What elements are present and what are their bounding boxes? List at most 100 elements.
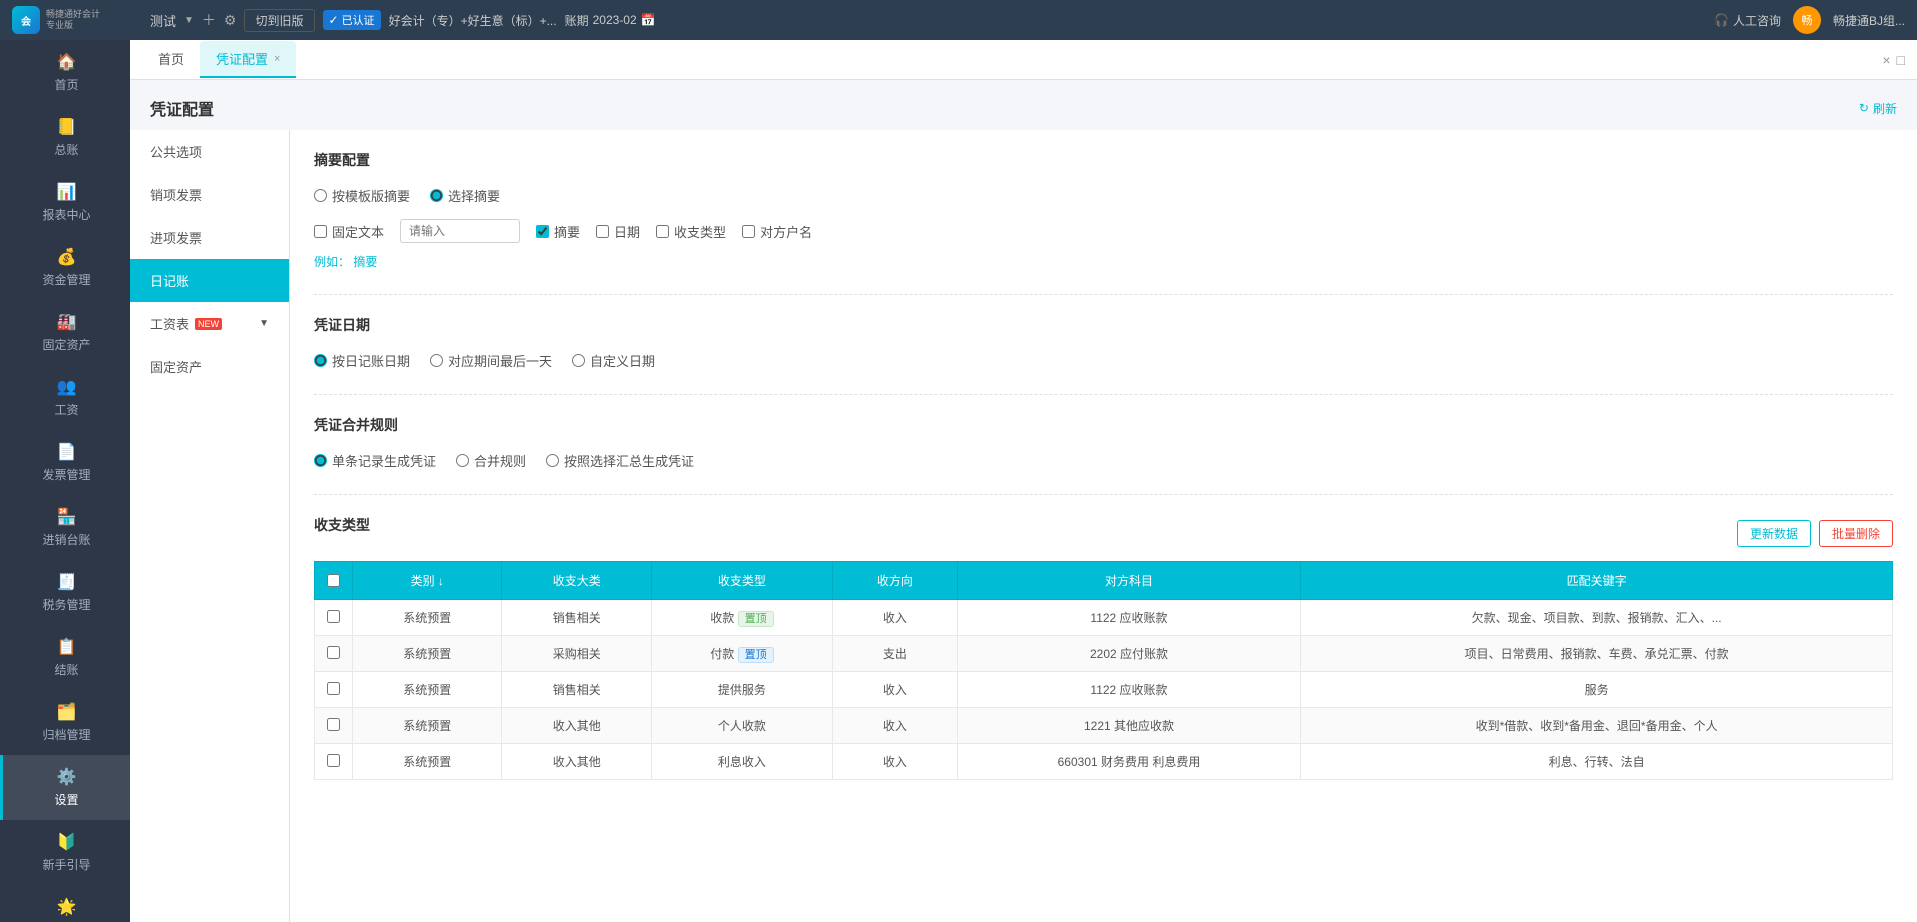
- member-icon: 🌟: [57, 897, 77, 917]
- summary-radio-group: 按模板版摘要 选择摘要: [314, 186, 1893, 205]
- row-checkbox[interactable]: [315, 600, 353, 636]
- row-major-type: 收入其他: [502, 708, 651, 744]
- top-bar-right: 🎧 人工咨询 畅 畅捷通BJ组...: [1714, 6, 1905, 34]
- row-category: 系统预置: [353, 744, 502, 780]
- table-row: 系统预置 销售相关 提供服务 收入 1122 应收账款 服务: [315, 672, 1893, 708]
- row-income-type: 个人收款: [651, 708, 832, 744]
- income-expense-title: 收支类型: [314, 515, 370, 535]
- sidebar-item-invoice-mgmt[interactable]: 📄 发票管理: [0, 430, 130, 495]
- right-content: 摘要配置 按模板版摘要 选择摘要: [290, 130, 1917, 922]
- th-account: 对方科目: [957, 562, 1300, 600]
- row-checkbox[interactable]: [315, 708, 353, 744]
- row-direction: 收入: [832, 672, 957, 708]
- refresh-button[interactable]: ↻ 刷新: [1859, 100, 1897, 117]
- checkbox-summary[interactable]: 摘要: [536, 222, 580, 241]
- batch-delete-button[interactable]: 批量删除: [1819, 520, 1893, 547]
- voucher-date-title: 凭证日期: [314, 315, 1893, 335]
- calendar-icon[interactable]: 📅: [641, 13, 656, 27]
- tab-close-button[interactable]: ×: [274, 53, 280, 65]
- settings-icon[interactable]: ⚙: [224, 12, 237, 29]
- guide-icon: 🔰: [57, 832, 77, 852]
- radio-journal-date[interactable]: 按日记账日期: [314, 351, 410, 370]
- sidebar-item-home[interactable]: 🏠 首页: [0, 40, 130, 105]
- th-major-type: 收支大类: [502, 562, 651, 600]
- row-checkbox[interactable]: [315, 744, 353, 780]
- row-keywords: 利息、行转、法自: [1301, 744, 1893, 780]
- radio-merge-rule[interactable]: 合并规则: [456, 451, 526, 470]
- sidebar-item-settings[interactable]: ⚙️ 设置: [0, 755, 130, 820]
- checkbox-income-type[interactable]: 收支类型: [656, 222, 726, 241]
- tab-close-window-button[interactable]: ×: [1882, 52, 1890, 68]
- checkbox-date[interactable]: 日期: [596, 222, 640, 241]
- sidebar-item-ledger[interactable]: 📒 总账: [0, 105, 130, 170]
- tab-voucher-config[interactable]: 凭证配置 ×: [200, 41, 296, 78]
- row-checkbox[interactable]: [315, 672, 353, 708]
- sidebar-item-salary[interactable]: 👥 工资: [0, 365, 130, 430]
- left-nav-public-options[interactable]: 公共选项: [130, 130, 289, 173]
- radio-template-summary[interactable]: 按模板版摘要: [314, 186, 410, 205]
- sidebar-item-archive[interactable]: 🗂️ 归档管理: [0, 690, 130, 755]
- top-tag: 置顶: [738, 611, 774, 627]
- summary-checkbox-row: 固定文本 摘要 日期: [314, 219, 1893, 243]
- table-row: 系统预置 采购相关 付款 置顶 支出 2202 应付账款 项目、日常费用、报销款…: [315, 636, 1893, 672]
- example-text: 例如： 摘要: [314, 253, 1893, 270]
- row-direction: 收入: [832, 708, 957, 744]
- radio-custom-date[interactable]: 自定义日期: [572, 351, 655, 370]
- row-checkbox[interactable]: [315, 636, 353, 672]
- sidebar-item-reports[interactable]: 📊 报表中心: [0, 170, 130, 235]
- tab-expand-button[interactable]: □: [1897, 52, 1905, 68]
- account-period: 账期 2023-02 📅: [565, 12, 656, 29]
- checkbox-counterparty[interactable]: 对方户名: [742, 222, 812, 241]
- checkbox-fixed-text[interactable]: 固定文本: [314, 222, 384, 241]
- sidebar-item-member[interactable]: 🌟 畅会员: [0, 885, 130, 922]
- row-keywords: 项目、日常费用、报销款、车费、承兑汇票、付款: [1301, 636, 1893, 672]
- logo-icon: 会: [12, 6, 40, 34]
- headset-icon: 🎧: [1714, 13, 1729, 27]
- add-icon[interactable]: ＋: [202, 10, 216, 30]
- left-nav-journal[interactable]: 日记账: [130, 259, 289, 302]
- radio-summary-generate[interactable]: 按照选择汇总生成凭证: [546, 451, 694, 470]
- row-category: 系统预置: [353, 600, 502, 636]
- left-nav-purchase-invoice[interactable]: 进项发票: [130, 216, 289, 259]
- voucher-merge-title: 凭证合并规则: [314, 415, 1893, 435]
- update-data-button[interactable]: 更新数据: [1737, 520, 1811, 547]
- income-expense-section: 收支类型 更新数据 批量删除: [314, 515, 1893, 780]
- sales-icon: 🏪: [57, 507, 77, 527]
- summary-config-section: 摘要配置 按模板版摘要 选择摘要: [314, 150, 1893, 270]
- sidebar-item-fixed-assets[interactable]: 🏭 固定资产: [0, 300, 130, 365]
- user-avatar: 畅: [1793, 6, 1821, 34]
- left-nav-fixed-assets[interactable]: 固定资产: [130, 345, 289, 388]
- page-title: 凭证配置: [150, 96, 214, 120]
- test-label: 测试: [150, 11, 176, 30]
- fixed-text-input[interactable]: [400, 219, 520, 243]
- row-major-type: 采购相关: [502, 636, 651, 672]
- row-account: 1221 其他应收款: [957, 708, 1300, 744]
- home-icon: 🏠: [57, 52, 77, 72]
- sidebar-item-closing[interactable]: 📋 结账: [0, 625, 130, 690]
- sidebar-item-sales[interactable]: 🏪 进销台账: [0, 495, 130, 560]
- tax-icon: 🧾: [57, 572, 77, 592]
- archive-icon: 🗂️: [57, 702, 77, 722]
- row-income-type: 提供服务: [651, 672, 832, 708]
- funds-icon: 💰: [57, 247, 77, 267]
- top-bar: 会 畅捷通好会计 专业版 测试 ▼ ＋ ⚙ 切到旧版 ✓ 已认证 好会计（专）+…: [0, 0, 1917, 40]
- table-row: 系统预置 收入其他 利息收入 收入 660301 财务费用 利息费用 利息、行转…: [315, 744, 1893, 780]
- sidebar-item-tax[interactable]: 🧾 税务管理: [0, 560, 130, 625]
- radio-period-last[interactable]: 对应期间最后一天: [430, 351, 552, 370]
- dropdown-arrow-icon[interactable]: ▼: [184, 15, 194, 26]
- sidebar: 🏠 首页 📒 总账 📊 报表中心 💰 资金管理 🏭 固定资产 👥 工资 📄 发票…: [0, 40, 130, 922]
- username-label: 畅捷通BJ组...: [1833, 12, 1905, 29]
- radio-select-summary[interactable]: 选择摘要: [430, 186, 500, 205]
- sidebar-item-funds[interactable]: 💰 资金管理: [0, 235, 130, 300]
- th-select-all[interactable]: [315, 562, 353, 600]
- tab-home[interactable]: 首页: [142, 41, 200, 78]
- expand-arrow-icon[interactable]: ▼: [259, 318, 269, 329]
- sidebar-item-guide[interactable]: 🔰 新手引导: [0, 820, 130, 885]
- top-bar-content: 测试 ▼ ＋ ⚙ 切到旧版 ✓ 已认证 好会计（专）+好生意（标）+... 账期…: [150, 9, 1704, 32]
- left-nav-payroll[interactable]: 工资表 NEW ▼: [130, 302, 289, 345]
- row-account: 660301 财务费用 利息费用: [957, 744, 1300, 780]
- switch-version-button[interactable]: 切到旧版: [244, 9, 314, 32]
- customer-service-button[interactable]: 🎧 人工咨询: [1714, 12, 1781, 29]
- left-nav-sales-invoice[interactable]: 销项发票: [130, 173, 289, 216]
- radio-single-voucher[interactable]: 单条记录生成凭证: [314, 451, 436, 470]
